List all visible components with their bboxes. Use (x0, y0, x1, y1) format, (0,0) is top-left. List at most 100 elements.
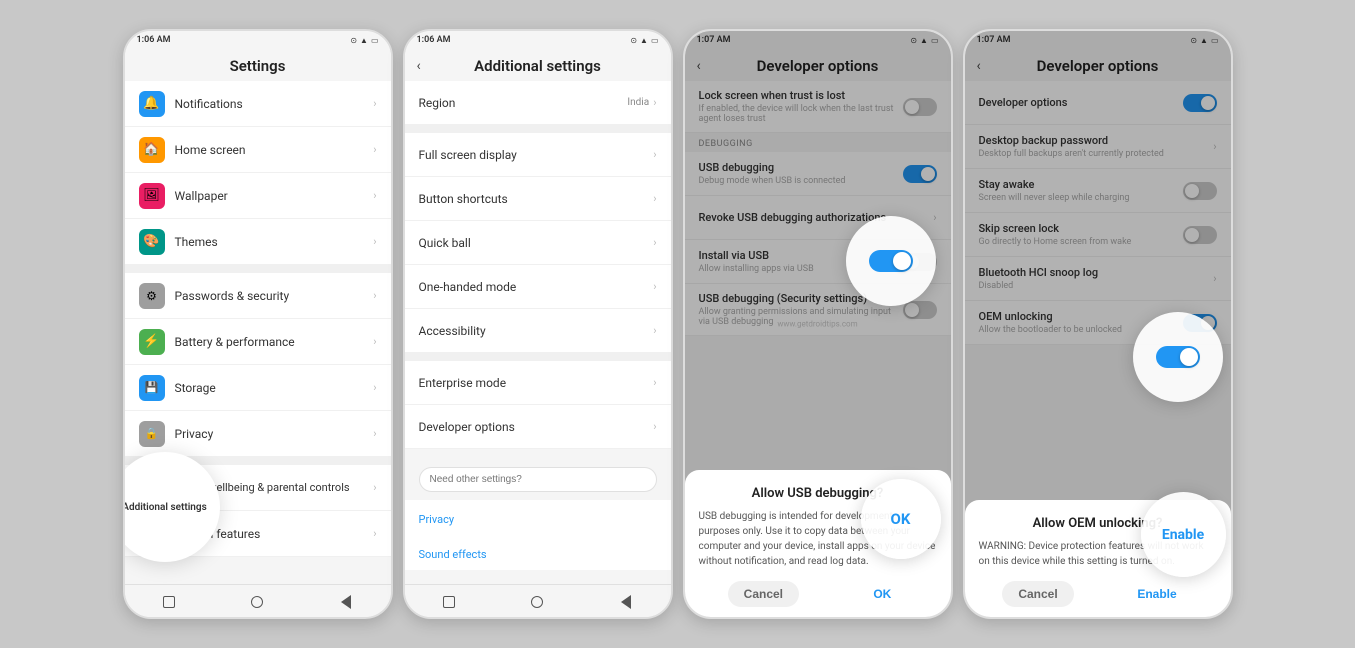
chevron-home: › (373, 143, 376, 156)
time-2: 1:06 AM (417, 35, 451, 45)
themes-label: Themes (175, 235, 374, 249)
time-1: 1:06 AM (137, 35, 171, 45)
sound-effects-link[interactable]: Sound effects (419, 548, 487, 561)
settings-item-passwords[interactable]: ⚙ Passwords & security › (125, 273, 391, 319)
passwords-label: Passwords & security (175, 289, 374, 303)
oem-cancel-button[interactable]: Cancel (1002, 581, 1073, 607)
region-item[interactable]: Region India › (405, 81, 671, 125)
additional-settings-title: Additional settings (419, 57, 657, 75)
battery-icon-2: ▭ (651, 36, 659, 45)
usb-dialog-buttons: Cancel OK (699, 581, 937, 607)
wifi-icon: ▲ (360, 36, 368, 45)
developer-options-item[interactable]: Developer options › (405, 405, 671, 449)
home-screen-icon: 🏠 (139, 137, 165, 163)
nav-back-1[interactable] (337, 593, 355, 611)
button-shortcuts-item[interactable]: Button shortcuts › (405, 177, 671, 221)
chevron-themes: › (373, 235, 376, 248)
battery-label: Battery & performance (175, 335, 374, 349)
nav-recent-1[interactable] (160, 593, 178, 611)
privacy-label: Privacy (175, 427, 374, 441)
notifications-label: Notifications (175, 97, 374, 111)
search-container (405, 459, 671, 500)
chevron-storage: › (373, 381, 376, 394)
quick-ball-item[interactable]: Quick ball › (405, 221, 671, 265)
signal-icon: ⊙ (350, 36, 357, 45)
chevron-battery: › (373, 335, 376, 348)
screen-content-2: ‹ Additional settings Region India › Ful… (405, 49, 671, 584)
privacy-link-item: Privacy (405, 500, 671, 535)
privacy-icon: 🔒 (139, 421, 165, 447)
one-handed-label: One-handed mode (419, 280, 654, 294)
themes-icon: 🎨 (139, 229, 165, 255)
settings-item-home-screen[interactable]: 🏠 Home screen › (125, 127, 391, 173)
button-shortcuts-label: Button shortcuts (419, 192, 654, 206)
accessibility-item[interactable]: Accessibility › (405, 309, 671, 353)
dialog-overlay-3: Allow USB debugging? USB debugging is in… (685, 31, 951, 617)
settings-item-storage[interactable]: 💾 Storage › (125, 365, 391, 411)
signal-icon-2: ⊙ (630, 36, 637, 45)
settings-search-input[interactable] (419, 467, 657, 492)
usb-ok-button[interactable]: OK (857, 581, 907, 607)
sound-effects-link-item: Sound effects (405, 535, 671, 570)
toggle-magnifier-3 (846, 216, 936, 306)
nav-home-2[interactable] (528, 593, 546, 611)
enable-magnified-label[interactable]: Enable (1162, 527, 1204, 543)
magnified-toggle-knob-3 (893, 252, 911, 270)
divider-s2-2 (405, 353, 671, 361)
chevron-special: › (373, 527, 376, 540)
nav-bar-2 (405, 584, 671, 617)
phone-screen-4: 1:07 AM ⊙ ▲ ▭ ‹ Developer options Develo… (963, 29, 1233, 619)
spacer-s2 (405, 449, 671, 459)
chevron-accessibility: › (653, 324, 656, 337)
status-icons-1: ⊙ ▲ ▭ (350, 36, 378, 45)
one-handed-item[interactable]: One-handed mode › (405, 265, 671, 309)
chevron-wallpaper: › (373, 189, 376, 202)
chevron-region: › (653, 96, 656, 109)
battery-icon: ▭ (371, 36, 379, 45)
settings-header: Settings (125, 49, 391, 81)
wallpaper-label: Wallpaper (175, 189, 374, 203)
usb-cancel-button[interactable]: Cancel (728, 581, 799, 607)
divider-1 (125, 265, 391, 273)
oem-enable-button[interactable]: Enable (1121, 581, 1192, 607)
nav-recent-2[interactable] (440, 593, 458, 611)
chevron-notifications: › (373, 97, 376, 110)
region-value: India (627, 97, 649, 108)
settings-item-battery[interactable]: ⚡ Battery & performance › (125, 319, 391, 365)
ok-magnified-label[interactable]: OK (891, 510, 911, 528)
nav-back-2[interactable] (617, 593, 635, 611)
oem-toggle-magnifier (1133, 312, 1223, 402)
fullscreen-item[interactable]: Full screen display › (405, 133, 671, 177)
chevron-fullscreen: › (653, 148, 656, 161)
enable-button-magnifier: Enable (1141, 492, 1226, 577)
magnified-oem-toggle[interactable] (1156, 346, 1200, 368)
enterprise-item[interactable]: Enterprise mode › (405, 361, 671, 405)
status-bar-1: 1:06 AM ⊙ ▲ ▭ (125, 31, 391, 49)
chevron-passwords: › (373, 289, 376, 302)
phone-screen-2: 1:06 AM ⊙ ▲ ▭ ‹ Additional settings Regi… (403, 29, 673, 619)
region-label: Region (419, 96, 628, 110)
wifi-icon-2: ▲ (640, 36, 648, 45)
passwords-icon: ⚙ (139, 283, 165, 309)
settings-item-notifications[interactable]: 🔔 Notifications › (125, 81, 391, 127)
chevron-quick-ball: › (653, 236, 656, 249)
wallpaper-icon: 🖼 (139, 183, 165, 209)
oem-dialog-buttons: Cancel Enable (979, 581, 1217, 607)
notifications-icon: 🔔 (139, 91, 165, 117)
quick-ball-label: Quick ball (419, 236, 654, 250)
chevron-privacy: › (373, 427, 376, 440)
privacy-link[interactable]: Privacy (419, 513, 455, 526)
battery-icon-item: ⚡ (139, 329, 165, 355)
storage-icon: 💾 (139, 375, 165, 401)
magnified-toggle-3[interactable] (869, 250, 913, 272)
settings-item-privacy[interactable]: 🔒 Privacy › (125, 411, 391, 457)
settings-item-wallpaper[interactable]: 🖼 Wallpaper › (125, 173, 391, 219)
settings-item-themes[interactable]: 🎨 Themes › (125, 219, 391, 265)
ok-button-magnifier: OK (861, 479, 941, 559)
developer-options-label: Developer options (419, 420, 654, 434)
settings-title: Settings (139, 57, 377, 75)
divider-s2-1 (405, 125, 671, 133)
back-arrow-2[interactable]: ‹ (417, 58, 421, 74)
nav-home-1[interactable] (248, 593, 266, 611)
storage-label: Storage (175, 381, 374, 395)
